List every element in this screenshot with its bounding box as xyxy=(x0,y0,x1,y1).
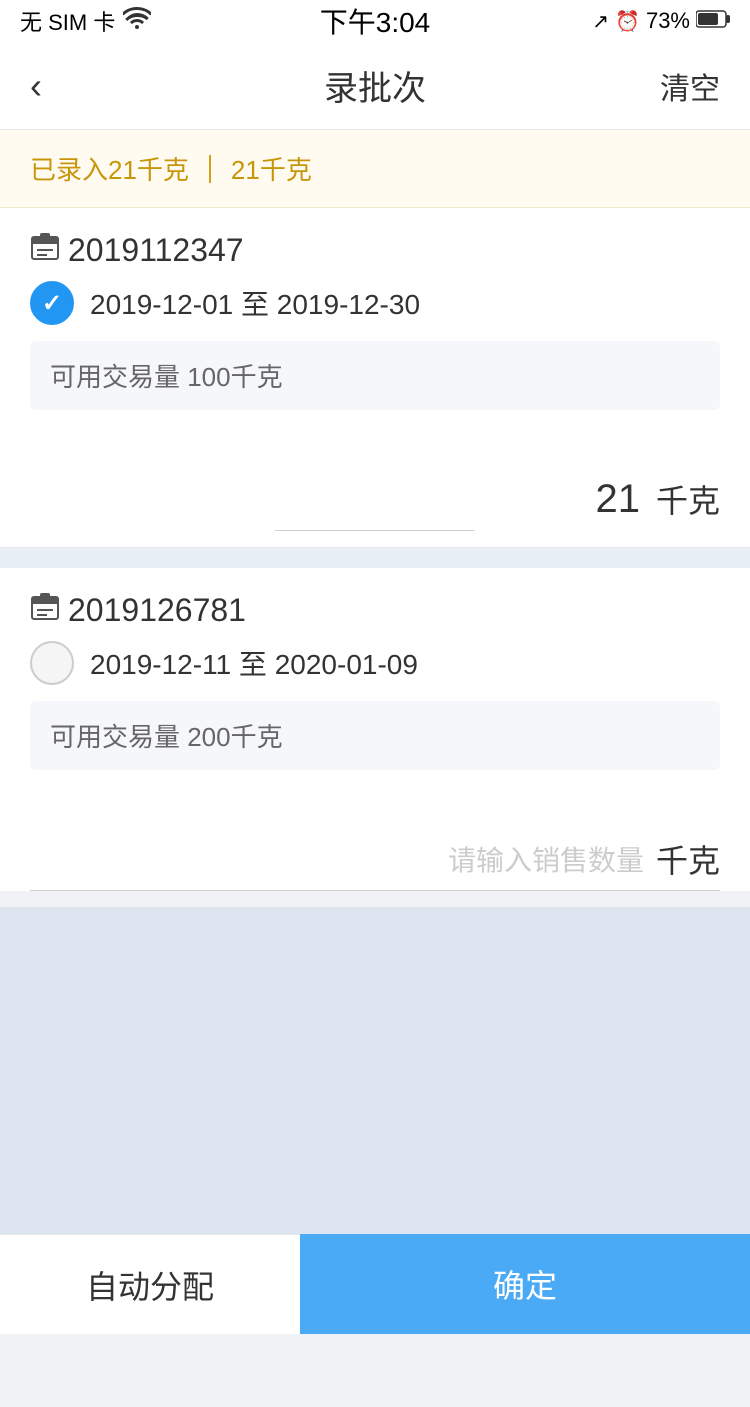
batch2-id-row: 2019126781 xyxy=(30,592,720,629)
card-separator xyxy=(0,548,750,568)
bottom-bar: 自动分配 确定 xyxy=(0,1234,750,1334)
clear-button[interactable]: 清空 xyxy=(660,64,720,108)
nav-bar: ‹ 录批次 清空 xyxy=(0,42,750,130)
status-right: ↗ ⏰ 73% xyxy=(592,8,730,34)
status-left: 无 SIM 卡 xyxy=(20,5,151,37)
batch2-id: 2019126781 xyxy=(68,592,246,629)
batch1-date: 2019-12-01 至 2019-12-30 xyxy=(90,283,420,323)
batch2-date-row[interactable]: 2019-12-11 至 2020-01-09 xyxy=(30,641,720,685)
status-bar: 无 SIM 卡 下午3:04 ↗ ⏰ 73% xyxy=(0,0,750,42)
location-icon: ↗ xyxy=(592,9,609,34)
batch2-date: 2019-12-11 至 2020-01-09 xyxy=(90,643,418,683)
batch1-id: 2019112347 xyxy=(68,232,244,269)
status-time: 下午3:04 xyxy=(320,1,431,41)
auto-distribute-button[interactable]: 自动分配 xyxy=(0,1234,300,1334)
batch1-amount-row: 21 千克 xyxy=(0,456,750,548)
summary-bar: 已录入21千克 21千克 xyxy=(0,130,750,208)
batch2-availability: 可用交易量 200千克 xyxy=(30,701,720,770)
batch2-icon xyxy=(30,593,60,629)
confirm-button[interactable]: 确定 xyxy=(300,1234,750,1334)
battery-text: 73% xyxy=(646,8,690,34)
total-summary: 21千克 xyxy=(231,150,312,187)
batch1-radio[interactable] xyxy=(30,281,74,325)
batch1-icon xyxy=(30,233,60,269)
batch2-radio[interactable] xyxy=(30,641,74,685)
batch2-input-line xyxy=(30,890,720,891)
batch2-input-wrapper: 请输入销售数量 千克 xyxy=(0,816,750,891)
page-title: 录批次 xyxy=(324,61,426,110)
alarm-icon: ⏰ xyxy=(615,9,640,34)
back-button[interactable]: ‹ xyxy=(30,65,42,107)
wifi-icon xyxy=(123,7,151,35)
batch-card-1: 2019112347 2019-12-01 至 2019-12-30 可用交易量… xyxy=(0,208,750,456)
batch2-input-area[interactable]: 请输入销售数量 xyxy=(30,839,644,879)
batch-card-2: 2019126781 2019-12-11 至 2020-01-09 可用交易量… xyxy=(0,568,750,816)
battery-icon xyxy=(696,8,730,34)
batch1-date-row[interactable]: 2019-12-01 至 2019-12-30 xyxy=(30,281,720,325)
batch2-input-unit: 千克 xyxy=(656,836,720,882)
batch1-amount-underline xyxy=(275,530,475,531)
recorded-summary: 已录入21千克 xyxy=(30,150,189,187)
batch1-amount-value[interactable]: 21 xyxy=(595,477,640,522)
batch1-availability: 可用交易量 100千克 xyxy=(30,341,720,410)
batch1-availability-text: 可用交易量 100千克 xyxy=(50,362,283,392)
batch1-amount-unit: 千克 xyxy=(656,476,720,522)
batch2-availability-text: 可用交易量 200千克 xyxy=(50,722,283,752)
batch1-id-row: 2019112347 xyxy=(30,232,720,269)
batch2-input-placeholder: 请输入销售数量 xyxy=(448,845,644,876)
summary-divider xyxy=(209,155,211,183)
batch2-input-row: 请输入销售数量 千克 xyxy=(0,816,750,882)
carrier-text: 无 SIM 卡 xyxy=(20,5,115,37)
